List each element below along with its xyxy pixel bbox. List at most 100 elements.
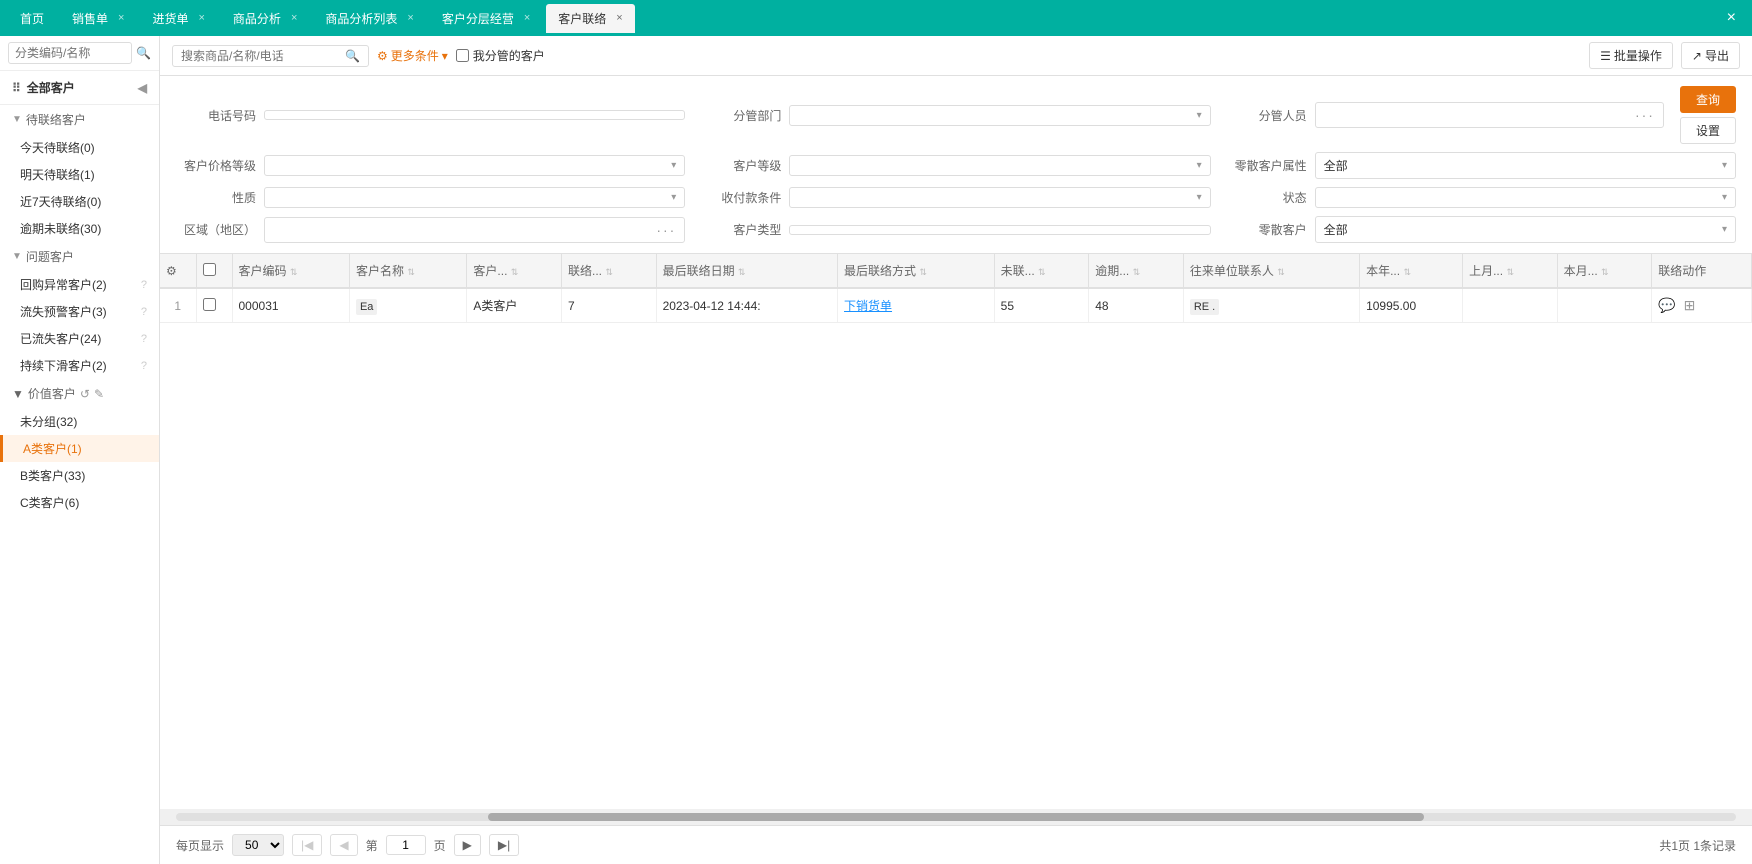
nav-purchase[interactable]: 进货单 ×	[140, 4, 216, 33]
payment-select[interactable]: ▾	[789, 187, 1210, 208]
page-size-select[interactable]: 50	[232, 834, 284, 856]
chevron-down-icon: ▾	[1197, 160, 1202, 171]
chevron-down-icon: ▾	[1722, 192, 1727, 203]
region-input[interactable]: ···	[264, 217, 685, 243]
row-num: 1	[160, 288, 196, 323]
action-col-header: 联络动作	[1652, 254, 1752, 288]
filter-row-2-1: 客户价格等级 ▾	[176, 152, 685, 179]
last-page-button[interactable]: ▶|	[489, 834, 519, 856]
sort-icon: ⇅	[1038, 267, 1046, 277]
setting-button[interactable]: 设置	[1680, 117, 1736, 144]
my-customers-filter: 我分管的客户	[456, 47, 545, 64]
price-grade-select[interactable]: ▾	[264, 155, 685, 176]
export-button[interactable]: ↗ 导出	[1681, 42, 1740, 69]
sidebar-item-7days[interactable]: 近7天待联络(0)	[0, 188, 159, 215]
search-icon[interactable]: 🔍	[345, 49, 360, 63]
name-col-header[interactable]: 客户名称 ⇅	[349, 254, 466, 288]
collapse-icon[interactable]: ◀	[138, 81, 147, 95]
nav-customer-contact[interactable]: 客户联络 ×	[546, 4, 634, 33]
next-page-button[interactable]: ▶	[454, 834, 481, 856]
contacts-col-header[interactable]: 往来单位联系人 ⇅	[1183, 254, 1359, 288]
close-icon[interactable]: ×	[524, 12, 530, 24]
sidebar-item-overdue[interactable]: 逾期未联络(30)	[0, 215, 159, 242]
this-month-col-header[interactable]: 本月... ⇅	[1557, 254, 1652, 288]
contact-count-cell: 7	[561, 288, 656, 323]
batch-op-button[interactable]: ☰ 批量操作	[1589, 42, 1673, 69]
filter-row-3-3: 状态 ▾	[1227, 187, 1736, 208]
type-col-header[interactable]: 客户... ⇅	[467, 254, 562, 288]
sidebar-item-class-a[interactable]: A类客户(1)	[0, 435, 159, 462]
phone-input[interactable]	[264, 110, 685, 120]
edit-icon[interactable]: ✎	[94, 387, 104, 401]
scrollbar-track	[176, 813, 1736, 821]
sidebar-item-declining[interactable]: 持续下滑客户(2) ?	[0, 352, 159, 379]
scrollbar-thumb[interactable]	[488, 813, 1424, 821]
last-date-col-header[interactable]: 最后联络日期 ⇅	[656, 254, 837, 288]
nav-analysis-list[interactable]: 商品分析列表 ×	[313, 4, 425, 33]
last-date-cell: 2023-04-12 14:44:	[656, 288, 837, 323]
horizontal-scrollbar[interactable]	[160, 809, 1752, 825]
more-icon: ···	[656, 222, 676, 238]
customer-grade-select[interactable]: ▾	[789, 155, 1210, 176]
contacts-cell: RE .	[1183, 288, 1359, 323]
dept-select[interactable]: ▾	[789, 105, 1210, 126]
filter-search-input[interactable]	[181, 49, 341, 63]
row-select-checkbox[interactable]	[203, 298, 216, 311]
filter-row-1-1: 电话号码	[176, 86, 685, 144]
sort-icon: ⇅	[1133, 267, 1141, 277]
person-input[interactable]: ···	[1315, 102, 1664, 128]
overdue-col-header[interactable]: 逾期... ⇅	[1089, 254, 1184, 288]
last-month-col-header[interactable]: 上月... ⇅	[1463, 254, 1558, 288]
last-method-col-header[interactable]: 最后联络方式 ⇅	[838, 254, 995, 288]
refresh-icon[interactable]: ↺	[80, 387, 90, 401]
nav-customer-tier[interactable]: 客户分层经营 ×	[430, 4, 542, 33]
query-button[interactable]: 查询	[1680, 86, 1736, 113]
retail-attr-select[interactable]: 全部 ▾	[1315, 152, 1736, 179]
sidebar-search-input[interactable]	[8, 42, 132, 64]
close-icon[interactable]: ×	[407, 12, 413, 24]
sidebar-item-ungrouped[interactable]: 未分组(32)	[0, 408, 159, 435]
first-page-button[interactable]: |◀	[292, 834, 322, 856]
section-pending-contact[interactable]: ▼ 待联络客户	[0, 105, 159, 134]
close-icon[interactable]: ×	[291, 12, 297, 24]
sidebar-item-today[interactable]: 今天待联络(0)	[0, 134, 159, 161]
close-all-button[interactable]: ×	[1719, 5, 1744, 31]
uncontacted-col-header[interactable]: 未联... ⇅	[994, 254, 1089, 288]
code-col-header[interactable]: 客户编码 ⇅	[232, 254, 349, 288]
sidebar-item-repeat-abnormal[interactable]: 回购异常客户(2) ?	[0, 271, 159, 298]
sidebar-item-class-c[interactable]: C类客户(6)	[0, 489, 159, 516]
prev-page-button[interactable]: ◀	[330, 834, 357, 856]
nature-select[interactable]: ▾	[264, 187, 685, 208]
sidebar-item-class-b[interactable]: B类客户(33)	[0, 462, 159, 489]
page-number-input[interactable]	[386, 835, 426, 855]
chat-icon[interactable]: 💬	[1658, 297, 1675, 314]
status-select[interactable]: ▾	[1315, 187, 1736, 208]
retail-customer-select[interactable]: 全部 ▾	[1315, 216, 1736, 243]
chevron-down-icon: ▾	[442, 49, 448, 63]
my-customers-checkbox[interactable]	[456, 49, 469, 62]
sidebar-item-churn-warning[interactable]: 流失预警客户(3) ?	[0, 298, 159, 325]
filter-row-4-3: 零散客户 全部 ▾	[1227, 216, 1736, 243]
nav-home[interactable]: 首页	[8, 4, 56, 33]
more-conditions-button[interactable]: ⚙ 更多条件 ▾	[377, 47, 448, 64]
select-all-checkbox[interactable]	[203, 263, 216, 276]
section-problem-customers[interactable]: ▼ 问题客户	[0, 242, 159, 271]
sidebar-item-tomorrow[interactable]: 明天待联络(1)	[0, 161, 159, 188]
nav-sale[interactable]: 销售单 ×	[60, 4, 136, 33]
settings-col-header[interactable]: ⚙	[160, 254, 196, 288]
close-icon[interactable]: ×	[198, 12, 204, 24]
last-method-link[interactable]: 下销货单	[844, 299, 892, 313]
contact-col-header[interactable]: 联络... ⇅	[561, 254, 656, 288]
search-icon[interactable]: 🔍	[136, 46, 151, 60]
close-icon[interactable]: ×	[616, 12, 622, 24]
sidebar-item-churned[interactable]: 已流失客户(24) ?	[0, 325, 159, 352]
customer-type-input[interactable]	[789, 225, 1210, 235]
close-icon[interactable]: ×	[118, 12, 124, 24]
filter-icon: ⚙	[377, 49, 388, 63]
customer-code-cell: 000031	[232, 288, 349, 323]
nav-analysis[interactable]: 商品分析 ×	[221, 4, 309, 33]
sidebar-all-customers[interactable]: ⠿ 全部客户 ◀	[0, 71, 159, 105]
chevron-down-icon: ▾	[1197, 110, 1202, 121]
qr-icon[interactable]: ⊞	[1684, 297, 1696, 314]
this-year-col-header[interactable]: 本年... ⇅	[1360, 254, 1463, 288]
